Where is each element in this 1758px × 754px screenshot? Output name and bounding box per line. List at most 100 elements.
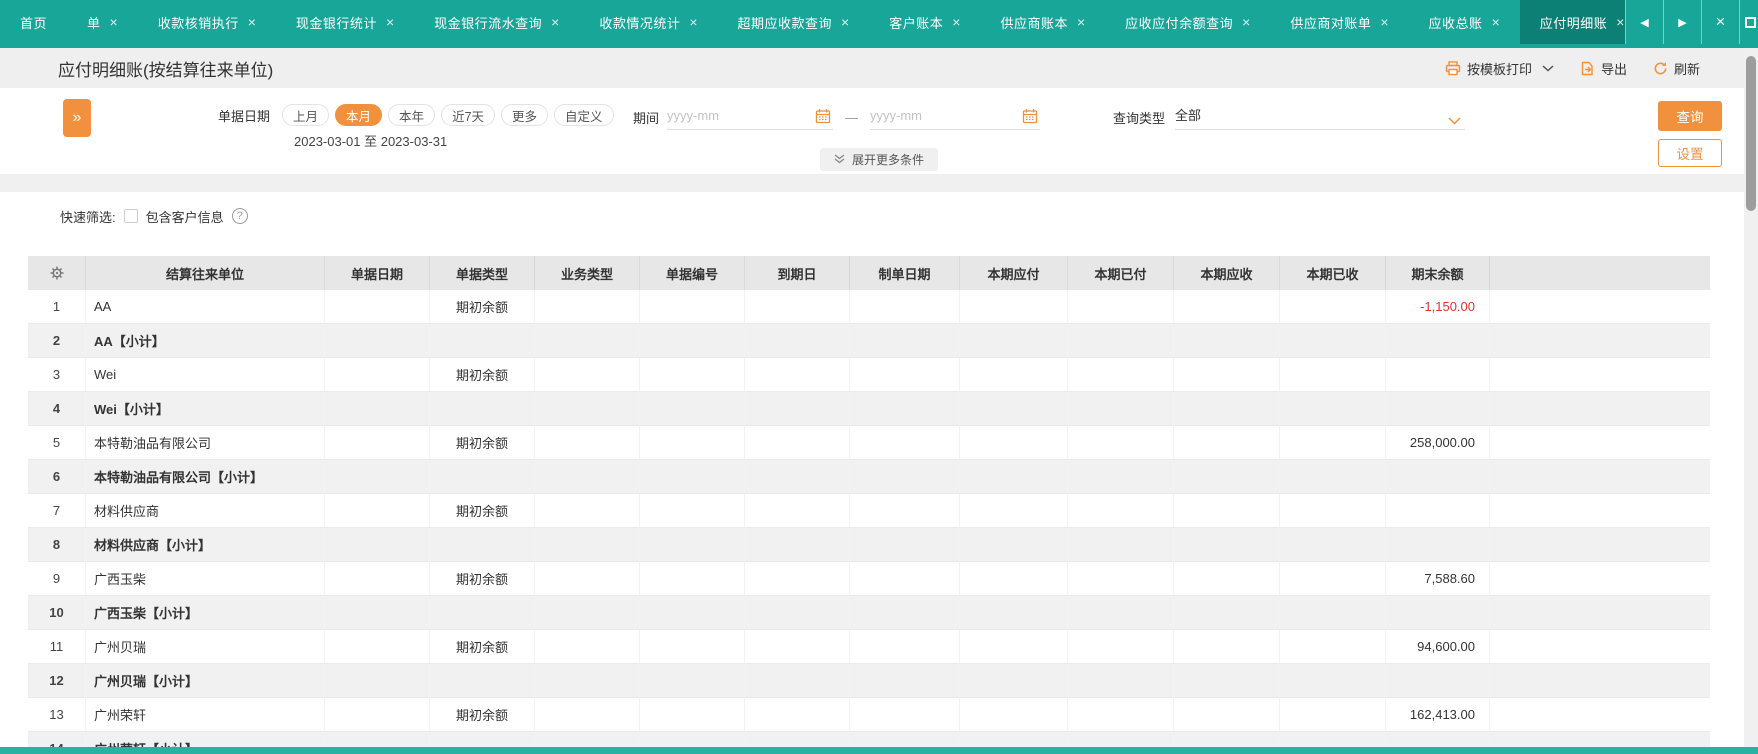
tab[interactable]: 收款核销执行 × [138,0,276,44]
refresh-button[interactable]: 刷新 [1653,59,1700,78]
cell-due-date [745,562,850,595]
cell-receivable [1174,392,1280,425]
cell-doc-no [640,562,745,595]
column-header[interactable]: 本期已收 [1280,256,1386,290]
tab-close-icon[interactable]: × [1242,15,1250,29]
help-icon[interactable]: ? [231,208,248,224]
column-header[interactable]: 到期日 [745,256,850,290]
tab[interactable]: 供应商账本 × [980,0,1105,44]
tab[interactable]: 客户账本 × [869,0,980,44]
search-button[interactable]: 查询 [1658,101,1722,131]
close-tab-button[interactable]: × [1701,0,1739,44]
tab[interactable]: 现金银行统计 × [276,0,414,44]
table-row[interactable]: 8 材料供应商【小计】 [28,528,1710,562]
table-row[interactable]: 11 广州贝瑞 期初余额 94,600.00 [28,630,1710,664]
tab-close-icon[interactable]: × [1380,15,1388,29]
table-row[interactable]: 3 Wei 期初余额 [28,358,1710,392]
tab[interactable]: 单 × [67,0,138,44]
cell-received [1280,324,1386,357]
table-settings-gear-icon[interactable] [28,256,86,290]
cell-doc-type [430,596,535,629]
tab-close-icon[interactable]: × [1616,15,1624,29]
cell-filler [1490,494,1710,527]
cell-filler [1490,562,1710,595]
column-header[interactable]: 单据编号 [640,256,745,290]
tab-close-icon[interactable]: × [952,15,960,29]
table-row[interactable]: 9 广西玉柴 期初余额 7,588.60 [28,562,1710,596]
print-by-template-button[interactable]: 按模板打印 [1445,59,1554,78]
table-row[interactable]: 5 本特勒油品有限公司 期初余额 258,000.00 [28,426,1710,460]
column-header[interactable]: 本期应付 [960,256,1068,290]
table-row[interactable]: 12 广州贝瑞【小计】 [28,664,1710,698]
table-row[interactable]: 13 广州荣轩 期初余额 162,413.00 [28,698,1710,732]
tab-close-icon[interactable]: × [248,15,256,29]
export-button[interactable]: 导出 [1580,59,1627,78]
calendar-icon[interactable] [815,108,831,127]
cell-biz-type [535,392,640,425]
cell-receivable [1174,630,1280,663]
cell-biz-type [535,494,640,527]
cell-payable [960,324,1068,357]
expand-more-conditions-button[interactable]: 展开更多条件 [819,148,939,171]
cell-doc-date [325,664,430,697]
tab[interactable]: 收款情况统计 × [579,0,717,44]
table-row[interactable]: 6 本特勒油品有限公司【小计】 [28,460,1710,494]
tab[interactable]: 现金银行流水查询 × [414,0,579,44]
collapse-filter-rail-button[interactable]: » [63,99,91,137]
cell-paid [1068,528,1174,561]
settings-button[interactable]: 设置 [1658,139,1722,167]
column-header[interactable]: 制单日期 [850,256,960,290]
horizontal-scrollbar[interactable] [0,747,1758,754]
tab-close-icon[interactable]: × [551,15,559,29]
column-header[interactable]: 本期应收 [1174,256,1280,290]
query-type-select[interactable]: 全部 [1175,104,1466,130]
tab-close-icon[interactable]: × [1077,15,1085,29]
tab[interactable]: 应收总账 × [1409,0,1520,44]
date-preset-pill[interactable]: 上月 [282,104,330,126]
cell-doc-date [325,528,430,561]
date-preset-pill[interactable]: 近7天 [441,104,496,126]
cell-biz-type [535,630,640,663]
table-row[interactable]: 7 材料供应商 期初余额 [28,494,1710,528]
tab-close-icon[interactable]: × [841,15,849,29]
tab[interactable]: 超期应收款查询 × [718,0,870,44]
date-preset-pill[interactable]: 本年 [388,104,436,126]
date-preset-pill[interactable]: 更多 [501,104,549,126]
cell-row-number: 8 [28,528,86,561]
calendar-icon[interactable] [1022,108,1038,127]
tab[interactable]: 首页 [0,0,67,44]
table-row[interactable]: 4 Wei【小计】 [28,392,1710,426]
cell-biz-type [535,426,640,459]
column-header[interactable]: 单据日期 [325,256,430,290]
cell-partner-name: Wei [86,358,325,391]
table-row[interactable]: 1 AA 期初余额 -1,150.00 [28,290,1710,324]
tab-close-icon[interactable]: × [1492,15,1500,29]
column-header[interactable]: 本期已付 [1068,256,1174,290]
table-row[interactable]: 10 广西玉柴【小计】 [28,596,1710,630]
column-header[interactable]: 单据类型 [430,256,535,290]
tab-scroll-left-button[interactable]: ◀ [1625,0,1663,44]
tab-close-icon[interactable]: × [689,15,697,29]
tab[interactable]: 应收应付余额查询 × [1105,0,1270,44]
column-header[interactable]: 业务类型 [535,256,640,290]
column-header[interactable]: 结算往来单位 [86,256,325,290]
vertical-scrollbar[interactable] [1744,48,1758,754]
tab-close-icon[interactable]: × [386,15,394,29]
fullscreen-icon[interactable] [1739,0,1758,44]
tab-scroll-right-button[interactable]: ▶ [1663,0,1701,44]
tab-label: 供应商对账单 [1290,15,1372,31]
chevron-down-icon[interactable] [1542,64,1554,72]
date-preset-pill[interactable]: 自定义 [554,104,614,126]
period-start-input[interactable] [667,104,806,126]
include-customer-info-checkbox[interactable] [123,209,138,223]
tab-label: 单 [87,15,101,31]
date-preset-pill[interactable]: 本月 [335,104,383,126]
tab-close-icon[interactable]: × [110,15,118,29]
doc-date-label: 单据日期 [218,108,271,124]
tab[interactable]: 供应商对账单 × [1270,0,1408,44]
table-row[interactable]: 2 AA【小计】 [28,324,1710,358]
period-end-input[interactable] [870,104,1009,126]
column-header[interactable]: 期末余额 [1386,256,1490,290]
scrollbar-thumb[interactable] [1746,56,1756,211]
cell-payable [960,290,1068,323]
